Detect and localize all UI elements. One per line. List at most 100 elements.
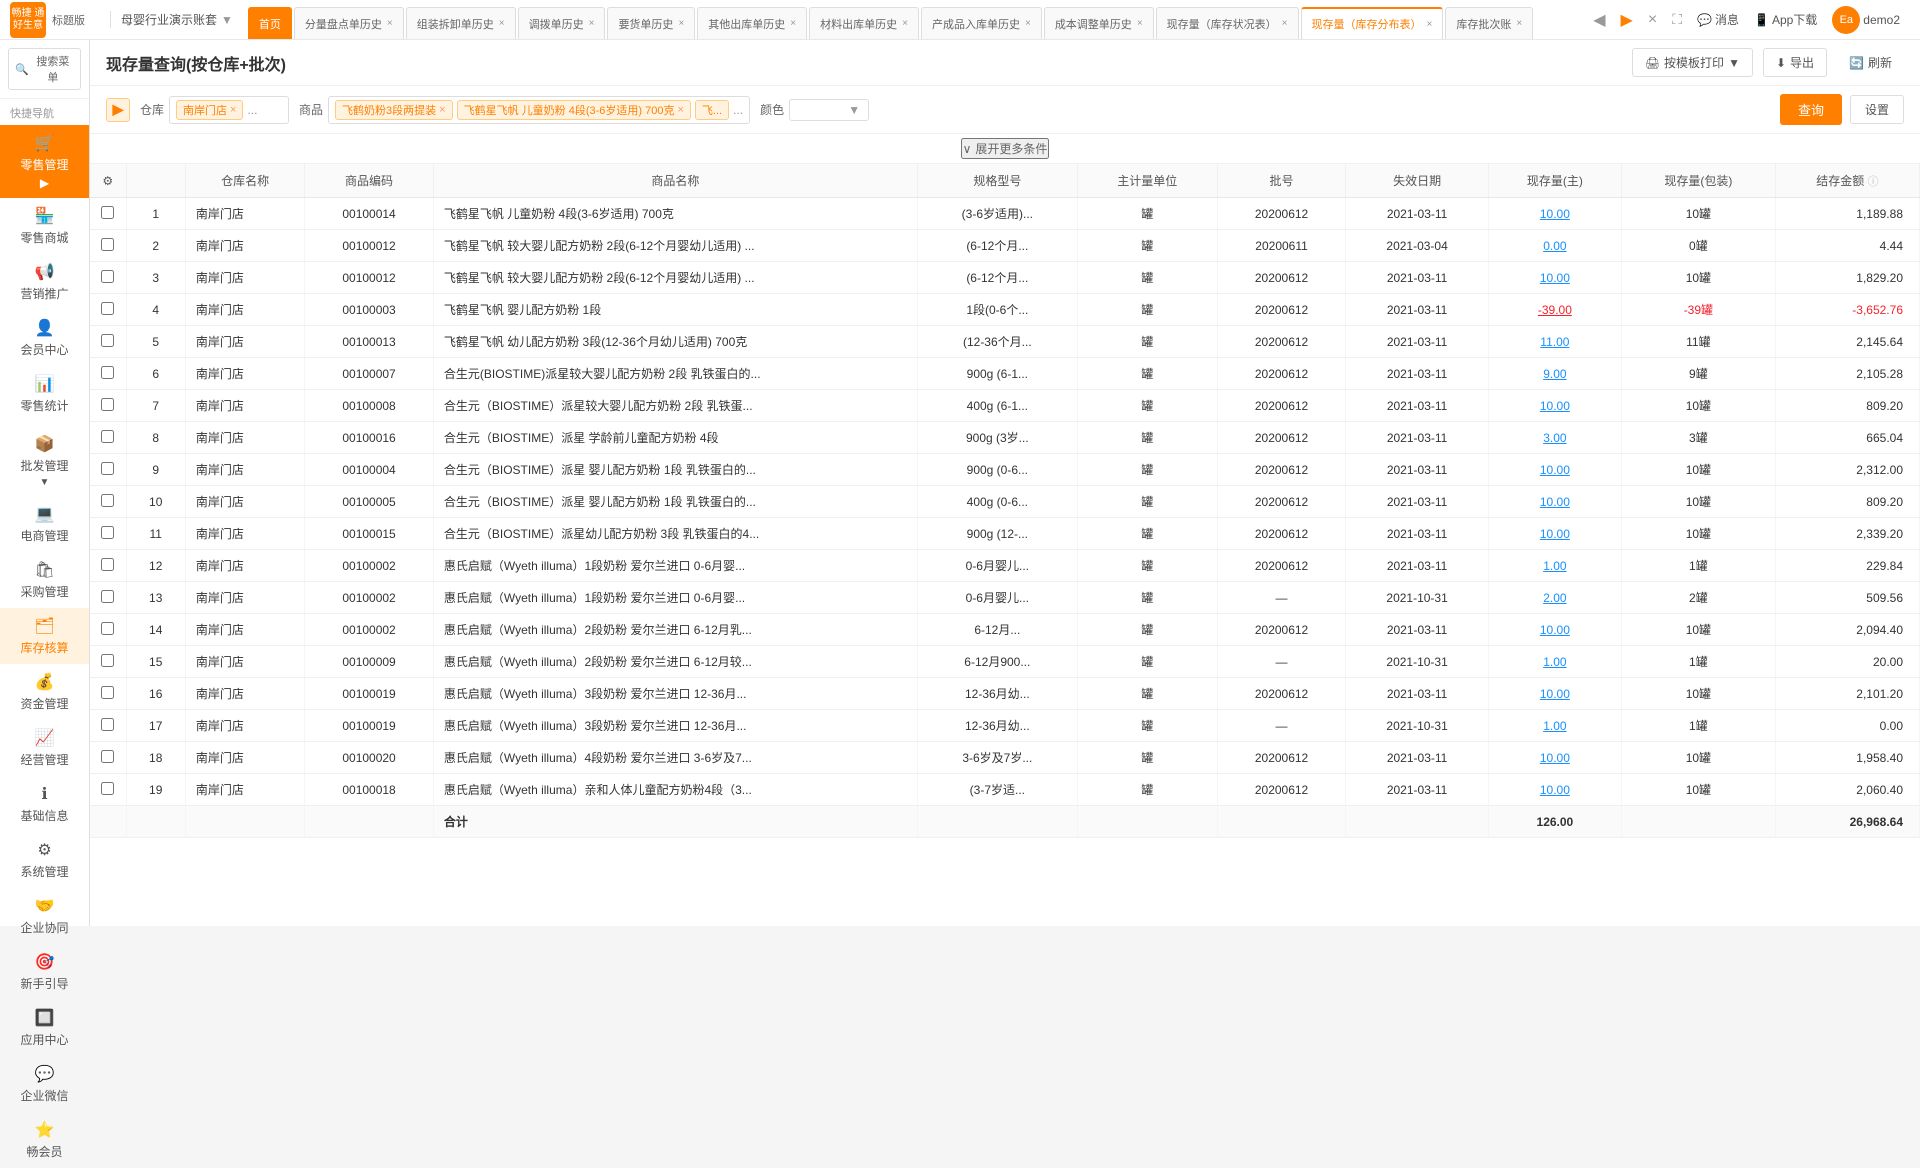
td-qty-main[interactable]: 3.00 (1488, 422, 1621, 454)
top-title-area[interactable]: 母婴行业演示账套 ▼ (110, 11, 243, 28)
row-checkbox[interactable] (101, 270, 114, 283)
sidebar-item-lingshoucheng[interactable]: 🏪 零售商城 (0, 198, 89, 254)
row-checkbox[interactable] (101, 782, 114, 795)
sidebar-item-lingshoul[interactable]: 🛒 零售管理 ▶ (0, 125, 89, 198)
td-qty-main[interactable]: 10.00 (1488, 614, 1621, 646)
td-qty-main[interactable]: -39.00 (1488, 294, 1621, 326)
app-download-btn[interactable]: 📱 App下载 (1754, 11, 1817, 28)
filter-tag-product2-close-icon[interactable]: × (677, 104, 683, 116)
row-checkbox[interactable] (101, 334, 114, 347)
row-checkbox[interactable] (101, 206, 114, 219)
sidebar-item-huiyuan[interactable]: 👤 会员中心 (0, 310, 89, 366)
filter-warehouse-more[interactable]: ... (247, 103, 257, 117)
tab-close-all[interactable]: × (1648, 11, 1657, 29)
td-qty-main[interactable]: 10.00 (1488, 262, 1621, 294)
th-setting[interactable]: ⚙ (90, 164, 126, 198)
td-qty-main[interactable]: 1.00 (1488, 550, 1621, 582)
td-qty-main[interactable]: 10.00 (1488, 486, 1621, 518)
sidebar-item-yingyongzhongxin[interactable]: 🔲 应用中心 (0, 1000, 89, 1056)
row-checkbox[interactable] (101, 494, 114, 507)
tab-close-icon[interactable]: × (1516, 18, 1522, 29)
tab-close-icon[interactable]: × (499, 18, 505, 29)
setting-icon[interactable]: ⚙ (102, 174, 113, 188)
row-checkbox[interactable] (101, 302, 114, 315)
tab-xiancunliangfenbu[interactable]: 现存量（库存分布表） × (1301, 7, 1444, 39)
btn-refresh[interactable]: 🔄 刷新 (1837, 49, 1904, 76)
user-area[interactable]: Ea demo2 (1832, 6, 1900, 34)
tab-cailiaochuku[interactable]: 材料出库单历史 × (809, 7, 919, 39)
row-checkbox[interactable] (101, 654, 114, 667)
tab-home[interactable]: 首页 (248, 7, 292, 39)
print-dropdown-icon[interactable]: ▼ (1728, 56, 1740, 70)
tab-close-icon[interactable]: × (1282, 18, 1288, 29)
td-qty-main[interactable]: 2.00 (1488, 582, 1621, 614)
sidebar-item-lingshoutongji[interactable]: 📊 零售统计 (0, 366, 89, 422)
tab-close-icon[interactable]: × (1427, 19, 1433, 30)
message-btn[interactable]: 💬 消息 (1697, 11, 1739, 28)
row-checkbox[interactable] (101, 366, 114, 379)
filter-tag-product1-close-icon[interactable]: × (439, 104, 445, 116)
row-checkbox[interactable] (101, 686, 114, 699)
sidebar-item-changhui[interactable]: ⭐ 畅会员 (0, 1112, 89, 1168)
sidebar-item-xinshoudaoru[interactable]: 🎯 新手引导 (0, 944, 89, 1000)
td-qty-main[interactable]: 1.00 (1488, 710, 1621, 742)
tab-close-icon[interactable]: × (1137, 18, 1143, 29)
tab-close-icon[interactable]: × (902, 18, 908, 29)
td-qty-main[interactable]: 10.00 (1488, 774, 1621, 806)
row-checkbox[interactable] (101, 622, 114, 635)
td-qty-main[interactable]: 10.00 (1488, 742, 1621, 774)
row-checkbox[interactable] (101, 750, 114, 763)
tab-close-icon[interactable]: × (790, 18, 796, 29)
tab-chenbenTiaozheng[interactable]: 成本调整单历史 × (1044, 7, 1154, 39)
tab-fenliangpandian[interactable]: 分量盘点单历史 × (294, 7, 404, 39)
tab-close-icon[interactable]: × (387, 18, 393, 29)
search-menu-btn[interactable]: 🔍 搜索菜单 (8, 48, 81, 90)
td-qty-main[interactable]: 10.00 (1488, 518, 1621, 550)
row-checkbox[interactable] (101, 430, 114, 443)
top-title-dropdown-icon[interactable]: ▼ (221, 13, 233, 27)
btn-setting[interactable]: 设置 (1850, 95, 1904, 124)
row-checkbox[interactable] (101, 398, 114, 411)
sidebar-item-caigou[interactable]: 🛍 采购管理 (0, 552, 89, 608)
tab-scroll-prev[interactable]: ◀ (1593, 10, 1605, 30)
sidebar-item-kucunhesuan[interactable]: 🗂 库存核算 (0, 608, 89, 664)
row-checkbox[interactable] (101, 558, 114, 571)
tab-chanchengruku[interactable]: 产成品入库单历史 × (921, 7, 1042, 39)
filter-color-input[interactable]: ▼ (789, 99, 869, 121)
btn-query[interactable]: 查询 (1780, 94, 1842, 125)
tab-diaobodanl[interactable]: 调拨单历史 × (518, 7, 606, 39)
sidebar-item-pifa[interactable]: 📦 批发管理 ▼ (0, 426, 89, 496)
filter-product-more[interactable]: ... (733, 103, 743, 117)
btn-export[interactable]: ⬇ 导出 (1763, 48, 1827, 77)
td-qty-main[interactable]: 9.00 (1488, 358, 1621, 390)
row-checkbox[interactable] (101, 238, 114, 251)
tab-xiancunliangkucun[interactable]: 现存量（库存状况表） × (1156, 7, 1299, 39)
tab-scroll-next[interactable]: ▶ (1621, 10, 1633, 30)
row-checkbox[interactable] (101, 462, 114, 475)
sidebar-item-qiyeweixin[interactable]: 💬 企业微信 (0, 1056, 89, 1112)
row-checkbox[interactable] (101, 718, 114, 731)
btn-print[interactable]: 🖨 按模板打印 ▼ (1632, 48, 1753, 77)
td-qty-main[interactable]: 11.00 (1488, 326, 1621, 358)
sidebar-item-qiyexietong[interactable]: 🤝 企业协同 (0, 888, 89, 944)
sidebar-item-xitong[interactable]: ⚙ 系统管理 (0, 832, 89, 888)
td-qty-main[interactable]: 10.00 (1488, 198, 1621, 230)
tab-close-icon[interactable]: × (678, 18, 684, 29)
filter-expand-btn[interactable]: ▶ (106, 98, 130, 122)
td-qty-main[interactable]: 10.00 (1488, 678, 1621, 710)
tab-qitachuku[interactable]: 其他出库单历史 × (697, 7, 807, 39)
tab-kucunpici[interactable]: 库存批次账 × (1445, 7, 1533, 39)
td-qty-main[interactable]: 0.00 (1488, 230, 1621, 262)
row-checkbox[interactable] (101, 590, 114, 603)
sidebar-item-yingxiao[interactable]: 📢 营销推广 (0, 254, 89, 310)
expand-more-btn[interactable]: ∨ 展开更多条件 (961, 138, 1050, 159)
sidebar-item-jichuinfo[interactable]: ℹ 基础信息 (0, 776, 89, 832)
td-qty-main[interactable]: 1.00 (1488, 646, 1621, 678)
tab-zuzhangchaijian[interactable]: 组装拆卸单历史 × (406, 7, 516, 39)
td-qty-main[interactable]: 10.00 (1488, 390, 1621, 422)
tab-close-icon[interactable]: × (1025, 18, 1031, 29)
filter-tag-close-icon[interactable]: × (230, 104, 236, 116)
sidebar-item-zijin[interactable]: 💰 资金管理 (0, 664, 89, 720)
row-checkbox[interactable] (101, 526, 114, 539)
sidebar-item-dianshang[interactable]: 💻 电商管理 (0, 496, 89, 552)
